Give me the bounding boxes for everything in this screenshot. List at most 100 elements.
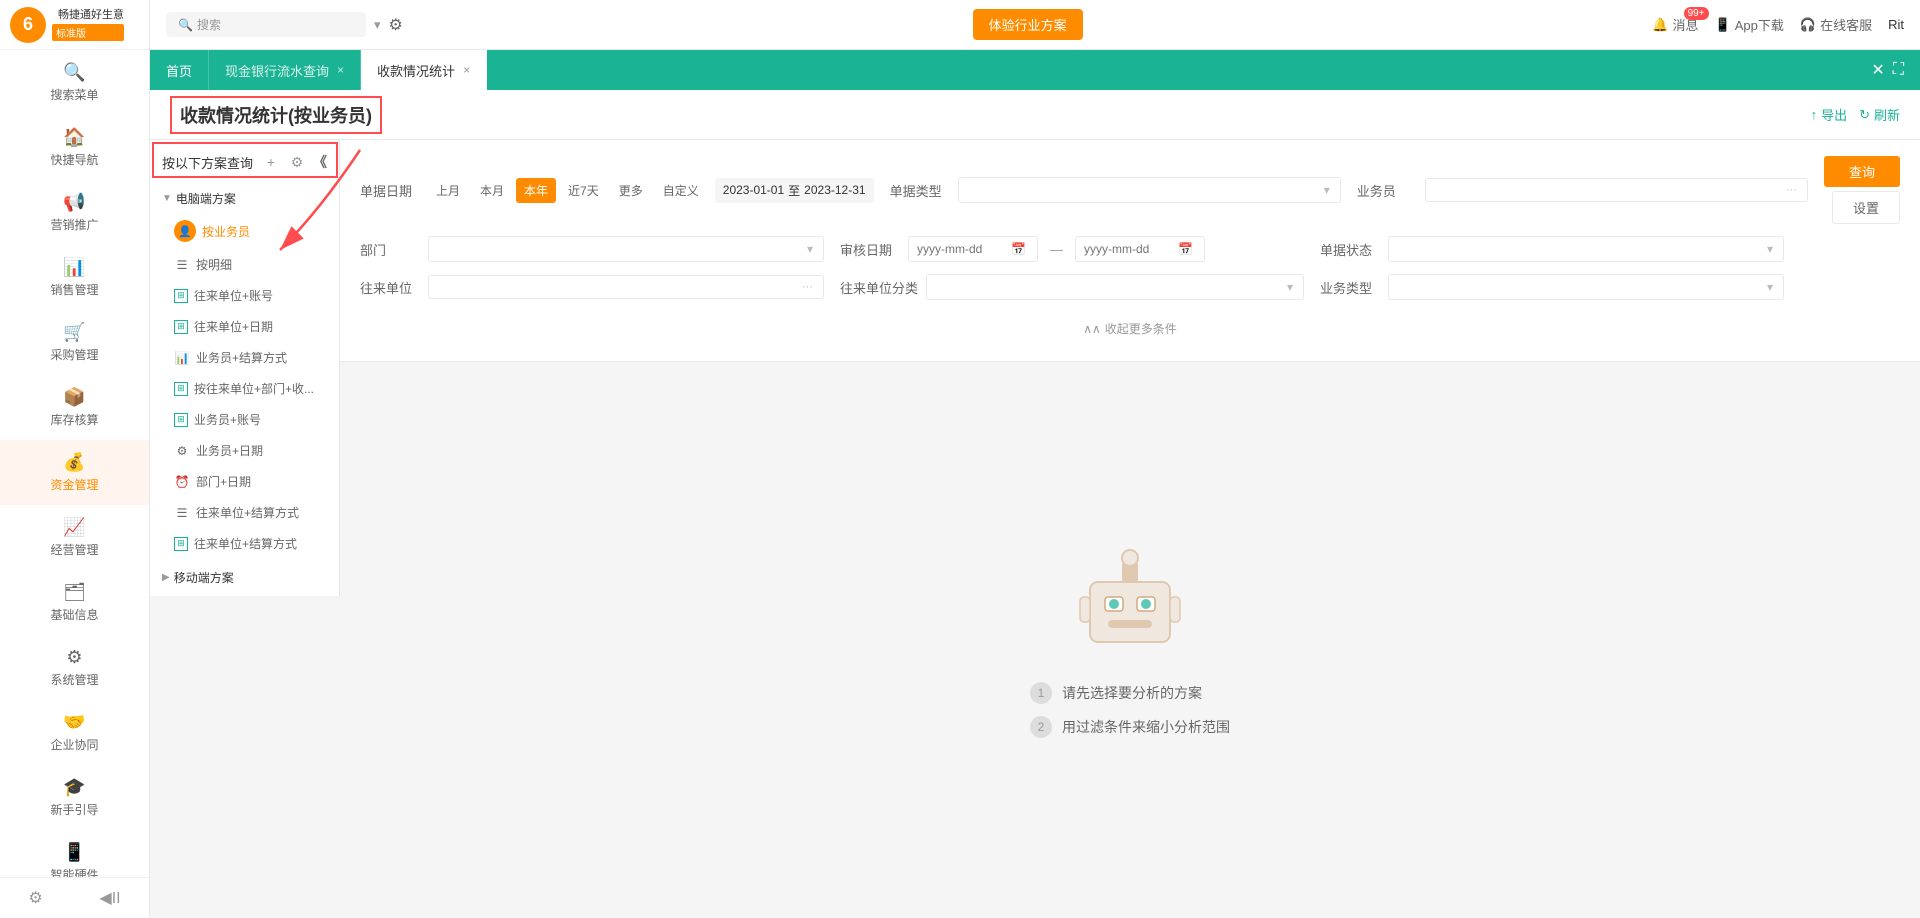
scheme-item-salesman-settle[interactable]: 📊 业务员+结算方式 (150, 342, 339, 373)
review-date-label: 审核日期 (840, 240, 900, 259)
sidebar-item-system[interactable]: ⚙ 系统管理 (0, 635, 149, 700)
scheme-item-label: 往来单位+账号 (194, 287, 273, 304)
trial-button[interactable]: 体验行业方案 (973, 9, 1083, 40)
settings-bottom-icon[interactable]: ⚙ (28, 888, 42, 908)
search-box[interactable]: 🔍 搜索 (166, 12, 366, 37)
gear-icon[interactable]: ⚙ (389, 15, 403, 35)
app-download-button[interactable]: 📱 App下载 (1715, 15, 1784, 34)
group-label: 移动端方案 (174, 569, 234, 586)
sidebar-item-guide[interactable]: 🎓 新手引导 (0, 765, 149, 830)
sidebar-item-basic[interactable]: 🗂 基础信息 (0, 570, 149, 635)
sidebar-item-quicknav[interactable]: 🏠 快捷导航 (0, 115, 149, 180)
salesman-select[interactable]: ··· (1425, 178, 1808, 202)
scheme-item-partner-account[interactable]: ⊞ 往来单位+账号 (150, 280, 339, 311)
scheme-group-desktop: ▼ 电脑端方案 👤 按业务员 ☰ 按明细 ⊞ 往来单位+账号 (150, 184, 339, 559)
fullscreen-icon[interactable]: ⛶ (1893, 61, 1904, 79)
sidebar-item-label: 智能硬件 (50, 866, 98, 877)
scheme-item-dept-date[interactable]: ⏰ 部门+日期 (150, 466, 339, 497)
notify-button[interactable]: 🔔 消息 99+ (1652, 15, 1698, 34)
sidebar-item-label: 销售管理 (50, 281, 98, 298)
salesman-label: 业务员 (1357, 181, 1417, 200)
scheme-item-label: 按明细 (196, 256, 232, 273)
group-expand-icon: ▼ (162, 193, 172, 204)
this-year-btn[interactable]: 本年 (516, 178, 556, 203)
more-options-icon: ··· (802, 281, 813, 293)
biz-type-select[interactable]: ▾ (1388, 274, 1784, 300)
query-button[interactable]: 查询 (1824, 156, 1900, 187)
filter-row-3: 往来单位 ··· 往来单位分类 ▾ 业务 (360, 274, 1900, 300)
sidebar-item-marketing[interactable]: 📢 营销推广 (0, 180, 149, 245)
calendar-icon: 📅 (1011, 242, 1026, 256)
tabbar-actions: ✕ ⛶ (1855, 50, 1920, 90)
scheme-item-by-salesman[interactable]: 👤 按业务员 (150, 213, 339, 249)
user-label[interactable]: Rit (1888, 17, 1904, 32)
query-action-buttons: 查询 设置 (1824, 156, 1900, 224)
logo-text: 畅捷通好生意 (58, 8, 124, 22)
docstatus-select[interactable]: ▾ (1388, 236, 1784, 262)
collapse-sidebar-icon[interactable]: ◀II (99, 888, 120, 908)
partner-category-select[interactable]: ▾ (926, 274, 1304, 300)
step-1: 1 请先选择要分析的方案 (1030, 682, 1230, 704)
partner-label: 往来单位 (360, 278, 420, 297)
sidebar-item-sales[interactable]: 📊 销售管理 (0, 245, 149, 310)
scheme-item-salesman-date[interactable]: ⚙ 业务员+日期 (150, 435, 339, 466)
tab-home-label: 首页 (166, 61, 192, 80)
scheme-icon: ⚙ (174, 443, 190, 459)
doctype-select[interactable]: ▾ (958, 177, 1341, 203)
sidebar-item-operation[interactable]: 📈 经营管理 (0, 505, 149, 570)
date-range-display: 2023-01-01 至 2023-12-31 (715, 178, 874, 203)
sidebar-item-enterprise[interactable]: 🤝 企业协同 (0, 700, 149, 765)
last7days-btn[interactable]: 近7天 (560, 178, 607, 203)
guide-icon: 🎓 (63, 777, 85, 798)
this-month-btn[interactable]: 本月 (472, 178, 512, 203)
sidebar-item-label: 库存核算 (50, 411, 98, 428)
sidebar-item-finance[interactable]: 💰 资金管理 (0, 440, 149, 505)
scheme-item-label: 按往来单位+部门+收... (194, 380, 314, 397)
review-date-from-field[interactable] (917, 242, 1007, 256)
scheme-group-desktop-title[interactable]: ▼ 电脑端方案 (150, 184, 339, 213)
review-date-to-field[interactable] (1084, 242, 1174, 256)
refresh-button[interactable]: ↻ 刷新 (1859, 105, 1900, 124)
settings-button[interactable]: 设置 (1832, 191, 1900, 224)
tab-home[interactable]: 首页 (150, 50, 209, 90)
tab-bank[interactable]: 现金银行流水查询 × (209, 50, 361, 90)
step-1-text: 请先选择要分析的方案 (1062, 683, 1202, 703)
scheme-item-salesman-account[interactable]: ⊞ 业务员+账号 (150, 404, 339, 435)
dept-select[interactable]: ▾ (428, 236, 824, 262)
sidebar-item-purchase[interactable]: 🛒 采购管理 (0, 310, 149, 375)
tab-collect-close-icon[interactable]: × (463, 63, 470, 77)
close-all-tabs-icon[interactable]: ✕ (1871, 60, 1884, 80)
scheme-group-mobile-title[interactable]: ▶ 移动端方案 (150, 563, 339, 592)
sidebar-item-hardware[interactable]: 📱 智能硬件 (0, 830, 149, 877)
review-date-from-input[interactable]: 📅 (908, 236, 1038, 262)
prev-month-btn[interactable]: 上月 (428, 178, 468, 203)
page-title: 收款情况统计(按业务员) (170, 96, 382, 134)
sidebar-item-search[interactable]: 🔍 搜索菜单 (0, 50, 149, 115)
collapse-filter-button[interactable]: ∧∧ 收起更多条件 (360, 312, 1900, 345)
scheme-item-partner-dept[interactable]: ⊞ 按往来单位+部门+收... (150, 373, 339, 404)
scheme-item-label: 往来单位+结算方式 (196, 504, 299, 521)
tab-collect[interactable]: 收款情况统计 × (361, 50, 487, 90)
filter-doctype-item: 单据类型 ▾ (890, 177, 1341, 203)
biz-type-dropdown-icon: ▾ (1767, 280, 1773, 294)
scheme-setting-icon[interactable]: ⚙ (287, 152, 307, 172)
scheme-item-partner-settle2[interactable]: ⊞ 往来单位+结算方式 (150, 528, 339, 559)
sidebar-item-inventory[interactable]: 📦 库存核算 (0, 375, 149, 440)
scheme-item-partner-date[interactable]: ⊞ 往来单位+日期 (150, 311, 339, 342)
sidebar-item-label: 资金管理 (50, 476, 98, 493)
scheme-group-mobile: ▶ 移动端方案 (150, 563, 339, 592)
partner-select[interactable]: ··· (428, 275, 824, 299)
add-scheme-button[interactable]: + (261, 152, 281, 172)
scheme-item-partner-settle1[interactable]: ☰ 往来单位+结算方式 (150, 497, 339, 528)
search-dropdown-icon[interactable]: ▾ (374, 17, 381, 33)
app-icon: 📱 (1715, 17, 1731, 33)
export-button[interactable]: ↑ 导出 (1811, 105, 1848, 124)
custom-btn[interactable]: 自定义 (655, 178, 707, 203)
topbar-right: 🔔 消息 99+ 📱 App下载 🎧 在线客服 Rit (1652, 15, 1904, 34)
tab-bank-close-icon[interactable]: × (337, 63, 344, 77)
scheme-collapse-button[interactable]: 《 (313, 152, 327, 172)
scheme-item-by-detail[interactable]: ☰ 按明细 (150, 249, 339, 280)
service-button[interactable]: 🎧 在线客服 (1800, 15, 1872, 34)
more-btn[interactable]: 更多 (611, 178, 651, 203)
review-date-to-input[interactable]: 📅 (1075, 236, 1205, 262)
